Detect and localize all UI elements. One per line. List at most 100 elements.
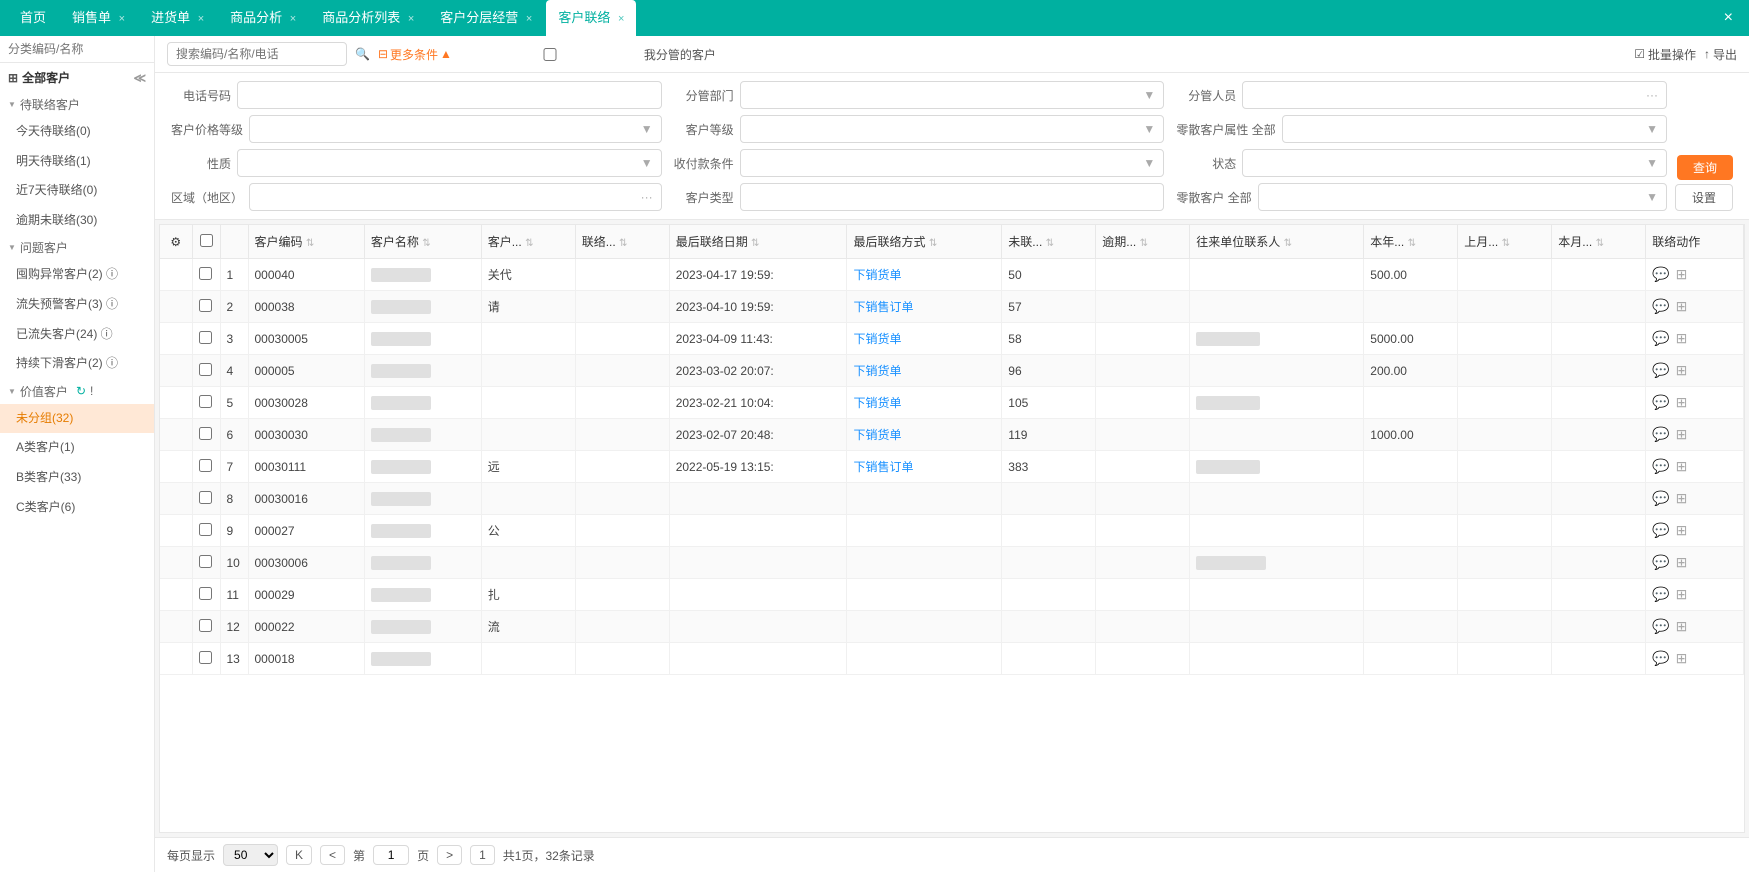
row-checkbox[interactable] [199, 619, 212, 632]
filter-payment-input[interactable]: ▼ [740, 149, 1165, 177]
grid-action-icon[interactable]: ⊞ [1676, 650, 1688, 667]
nav-product-list[interactable]: 商品分析列表 × [310, 0, 426, 36]
current-page-input[interactable] [373, 845, 409, 865]
row-checkbox[interactable] [199, 395, 212, 408]
chat-icon[interactable]: 💬 [1652, 490, 1669, 507]
chat-icon[interactable]: 💬 [1652, 298, 1669, 315]
sidebar-item-today-pending[interactable]: 今天待联络(0) [0, 117, 154, 147]
sidebar-search-input[interactable] [8, 42, 155, 56]
more-conditions-btn[interactable]: ⊟ 更多条件 ▲ [378, 46, 452, 63]
th-contact[interactable]: 联络... ⇅ [575, 225, 669, 259]
next-page-btn[interactable]: > [437, 845, 462, 865]
chat-icon[interactable]: 💬 [1652, 266, 1669, 283]
grid-action-icon[interactable]: ⊞ [1676, 522, 1688, 539]
nav-customer-contact[interactable]: 客户联络 × [546, 0, 636, 36]
reset-button[interactable]: 设置 [1675, 184, 1733, 211]
chat-icon[interactable]: 💬 [1652, 522, 1669, 539]
filter-phone-input[interactable] [237, 81, 662, 109]
close-all-tabs[interactable]: × [1716, 9, 1741, 27]
filter-person-input[interactable]: ··· [1242, 81, 1667, 109]
th-settings[interactable]: ⚙ [160, 225, 192, 259]
th-this-month[interactable]: 本月... ⇅ [1552, 225, 1646, 259]
row-checkbox[interactable] [199, 523, 212, 536]
close-customer-contact-tab[interactable]: × [618, 13, 624, 25]
th-last-method[interactable]: 最后联络方式 ⇅ [847, 225, 1002, 259]
row-checkbox[interactable] [199, 491, 212, 504]
filter-customer-level-input[interactable]: ▼ [740, 115, 1165, 143]
close-sales-tab[interactable]: × [119, 13, 125, 25]
th-name[interactable]: 客户名称 ⇅ [364, 225, 481, 259]
filter-customer-type-input[interactable] [740, 183, 1165, 211]
chat-icon[interactable]: 💬 [1652, 554, 1669, 571]
row-checkbox[interactable] [199, 427, 212, 440]
sidebar-item-class-b[interactable]: B类客户(33) [0, 463, 154, 493]
sidebar-item-churned[interactable]: 已流失客户(24) ⓘ [0, 320, 154, 350]
filter-region-input[interactable]: ··· [249, 183, 662, 211]
th-code[interactable]: 客户编码 ⇅ [248, 225, 364, 259]
sidebar-item-unassigned[interactable]: 未分组(32) [0, 404, 154, 434]
row-checkbox[interactable] [199, 331, 212, 344]
grid-action-icon[interactable]: ⊞ [1676, 618, 1688, 635]
filter-nature-input[interactable]: ▼ [237, 149, 662, 177]
close-purchase-tab[interactable]: × [198, 13, 204, 25]
batch-operation-btn[interactable]: ☑ 批量操作 [1634, 46, 1696, 63]
grid-action-icon[interactable]: ⊞ [1676, 266, 1688, 283]
th-checkbox[interactable] [192, 225, 220, 259]
my-customers-checkbox[interactable] [460, 48, 640, 61]
th-overdue[interactable]: 逾期... ⇅ [1096, 225, 1190, 259]
grid-action-icon[interactable]: ⊞ [1676, 362, 1688, 379]
close-product-analysis-tab[interactable]: × [290, 13, 296, 25]
row-checkbox[interactable] [199, 363, 212, 376]
sidebar-item-7days-pending[interactable]: 近7天待联络(0) [0, 176, 154, 206]
sidebar-item-hoarding-abnormal[interactable]: 囤购异常客户(2) ⓘ [0, 260, 154, 290]
last-page-btn[interactable]: 1 [470, 845, 495, 865]
refresh-icon[interactable]: ↻ [76, 384, 86, 398]
filter-search-icon[interactable]: 🔍 [355, 47, 370, 61]
sidebar-item-churn-warning[interactable]: 流失预警客户(3) ⓘ [0, 290, 154, 320]
group-problem-customers[interactable]: ▼ 问题客户 [0, 235, 154, 260]
grid-action-icon[interactable]: ⊞ [1676, 330, 1688, 347]
row-checkbox[interactable] [199, 267, 212, 280]
nav-sales[interactable]: 销售单 × [60, 0, 137, 36]
last-method-link[interactable]: 下销售订单 [853, 460, 913, 474]
chat-icon[interactable]: 💬 [1652, 618, 1669, 635]
chat-icon[interactable]: 💬 [1652, 650, 1669, 667]
last-method-link[interactable]: 下销货单 [853, 364, 901, 378]
search-input[interactable] [167, 42, 347, 66]
filter-dept-input[interactable]: ▼ [740, 81, 1165, 109]
close-product-list-tab[interactable]: × [408, 13, 414, 25]
nav-customer-segment[interactable]: 客户分层经营 × [428, 0, 544, 36]
filter-status-input[interactable]: ▼ [1242, 149, 1667, 177]
last-method-link[interactable]: 下销货单 [853, 332, 901, 346]
query-button[interactable]: 查询 [1677, 155, 1733, 180]
export-btn[interactable]: ↑ 导出 [1704, 46, 1737, 63]
select-all-checkbox[interactable] [200, 234, 213, 247]
group-pending-contact[interactable]: ▼ 待联络客户 [0, 92, 154, 117]
sidebar-item-overdue-pending[interactable]: 逾期未联络(30) [0, 206, 154, 236]
page-size-select[interactable]: 50 100 200 [223, 844, 278, 866]
filter-retail-attr-input[interactable]: ▼ [1282, 115, 1667, 143]
sidebar-item-class-c[interactable]: C类客户(6) [0, 493, 154, 523]
nav-home[interactable]: 首页 [8, 0, 58, 36]
nav-product-analysis[interactable]: 商品分析 × [218, 0, 308, 36]
grid-action-icon[interactable]: ⊞ [1676, 298, 1688, 315]
row-checkbox[interactable] [199, 459, 212, 472]
sidebar-collapse-icon[interactable]: ≪ [133, 71, 146, 85]
row-checkbox[interactable] [199, 651, 212, 664]
th-contact-person[interactable]: 往来单位联系人 ⇅ [1190, 225, 1364, 259]
grid-action-icon[interactable]: ⊞ [1676, 554, 1688, 571]
grid-action-icon[interactable]: ⊞ [1676, 394, 1688, 411]
sidebar-item-class-a[interactable]: A类客户(1) [0, 433, 154, 463]
th-type[interactable]: 客户... ⇅ [481, 225, 575, 259]
chat-icon[interactable]: 💬 [1652, 362, 1669, 379]
th-last-date[interactable]: 最后联络日期 ⇅ [669, 225, 847, 259]
chat-icon[interactable]: 💬 [1652, 426, 1669, 443]
prev-page-btn[interactable]: < [320, 845, 345, 865]
th-last-month[interactable]: 上月... ⇅ [1458, 225, 1552, 259]
last-method-link[interactable]: 下销货单 [853, 396, 901, 410]
chat-icon[interactable]: 💬 [1652, 458, 1669, 475]
row-checkbox[interactable] [199, 299, 212, 312]
grid-action-icon[interactable]: ⊞ [1676, 458, 1688, 475]
sidebar-item-tomorrow-pending[interactable]: 明天待联络(1) [0, 147, 154, 177]
grid-action-icon[interactable]: ⊞ [1676, 586, 1688, 603]
